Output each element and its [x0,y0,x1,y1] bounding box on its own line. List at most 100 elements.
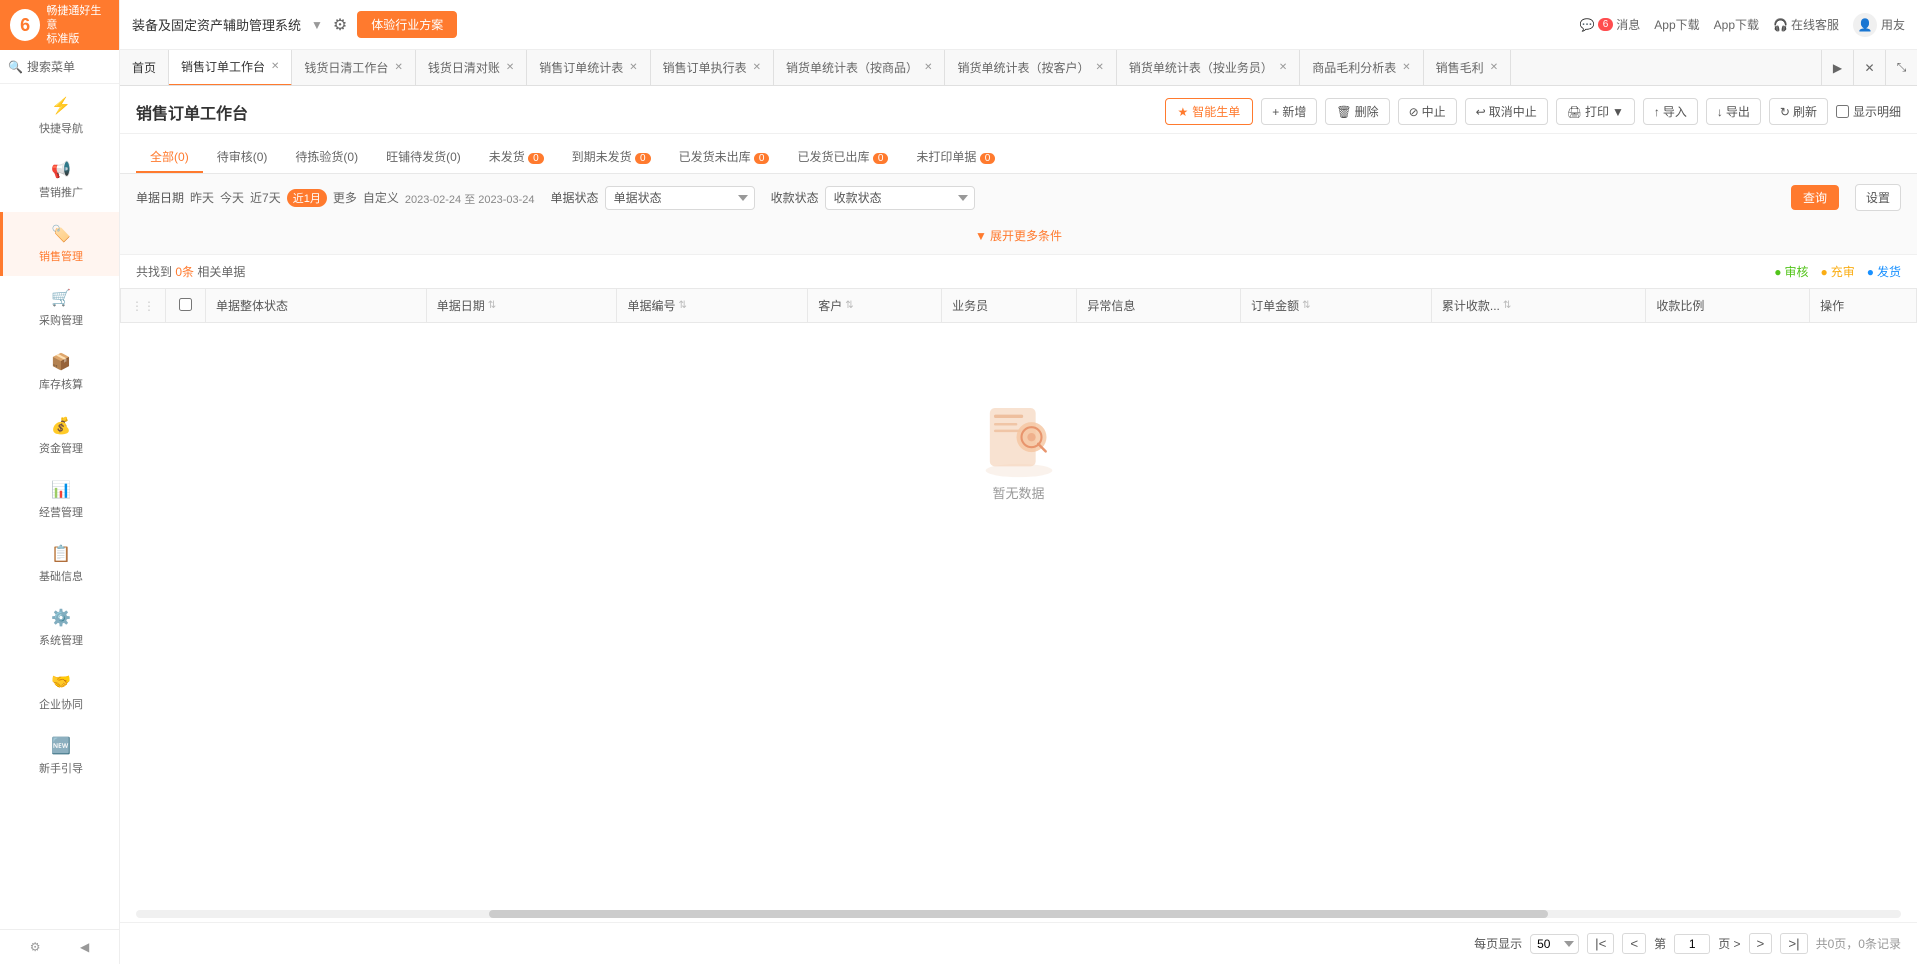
tab-close-sales-stats-staff[interactable]: ✕ [1279,62,1287,73]
sidebar-item-collab[interactable]: 🤝 企业协同 [0,660,119,724]
sidebar-item-sales[interactable]: 🏷️ 销售管理 [0,212,119,276]
sidebar-item-operations[interactable]: 📊 经营管理 [0,468,119,532]
tab-close-cash-daily[interactable]: ✕ [394,62,402,73]
sort-number[interactable]: 单据编号 ⇅ [627,297,797,314]
first-page-btn[interactable]: |< [1587,933,1614,954]
subtab-pending-inspect[interactable]: 待拣验货(0) [281,142,372,173]
th-date[interactable]: 单据日期 ⇅ [426,289,617,323]
tab-cash-daily[interactable]: 钱货日清工作台 ✕ [292,50,415,86]
date-custom[interactable]: 自定义 [363,189,399,206]
th-amount[interactable]: 订单金额 ⇅ [1241,289,1432,323]
app-download-text[interactable]: App下载 [1714,16,1759,33]
subtab-shipped-out[interactable]: 已发货已出库 0 [783,142,902,173]
date-7days[interactable]: 近7天 [250,189,281,206]
smart-generate-btn[interactable]: ★ 智能生单 [1165,98,1254,125]
sidebar-item-purchase[interactable]: 🛒 采购管理 [0,276,119,340]
sidebar-item-basic[interactable]: 📋 基础信息 [0,532,119,596]
message-area[interactable]: 💬 6 消息 [1580,16,1641,33]
tab-close-sales-more[interactable]: ✕ [1490,62,1498,73]
sort-amount[interactable]: 订单金额 ⇅ [1251,297,1421,314]
subtab-overdue-not-shipped[interactable]: 到期未发货 0 [558,142,665,173]
tab-home[interactable]: 首页 [120,50,169,86]
page-input[interactable] [1674,934,1710,954]
expand-filter-btn[interactable]: ▼ 展开更多条件 [975,227,1062,244]
page-size-select[interactable]: 20 50 100 [1530,934,1579,954]
th-collected[interactable]: 累计收款... ⇅ [1431,289,1646,323]
tab-more-btn[interactable]: ▶ [1821,50,1853,86]
horizontal-scrollbar[interactable] [136,910,1901,918]
show-detail-checkbox[interactable]: 显示明细 [1836,103,1901,120]
last-page-btn[interactable]: >| [1780,933,1807,954]
tab-close-sales-stats-customer[interactable]: ✕ [1095,62,1103,73]
date-1month[interactable]: 近1月 [287,189,327,207]
show-detail-input[interactable] [1836,105,1849,118]
tab-close-all-btn[interactable]: ✕ [1853,50,1885,86]
tab-close-sales-exec[interactable]: ✕ [753,62,761,73]
sidebar-item-inventory[interactable]: 📦 库存核算 [0,340,119,404]
experience-btn[interactable]: 体验行业方案 [357,11,457,38]
revoke-btn[interactable]: ● 充审 [1820,263,1854,280]
collapse-icon[interactable]: ◀ [80,940,89,954]
subtab-shipped-not-out[interactable]: 已发货未出库 0 [665,142,784,173]
subtab-pending-review[interactable]: 待审核(0) [203,142,282,173]
th-number[interactable]: 单据编号 ⇅ [617,289,808,323]
tab-product-margin[interactable]: 商品毛利分析表 ✕ [1300,50,1423,86]
tab-close-sales-stats-product[interactable]: ✕ [924,62,932,73]
prev-page-btn[interactable]: < [1622,933,1646,954]
subtab-all[interactable]: 全部(0) [136,142,203,173]
new-btn[interactable]: + 新增 [1261,98,1317,125]
delete-btn[interactable]: 🗑 删除 [1325,98,1389,125]
import-btn[interactable]: ↑ 导入 [1643,98,1698,125]
sidebar-item-finance[interactable]: 💰 资金管理 [0,404,119,468]
tab-sales-stats[interactable]: 销售订单统计表 ✕ [527,50,650,86]
payment-select[interactable]: 收款状态 [825,186,975,210]
print-btn[interactable]: 🖨 打印 ▼ [1556,98,1635,125]
next-page-btn[interactable]: > [1749,933,1773,954]
select-all-checkbox[interactable] [179,298,192,311]
subtab-not-printed[interactable]: 未打印单据 0 [902,142,1009,173]
tab-cash-reconcile[interactable]: 钱货日清对账 ✕ [416,50,527,86]
scrollbar-thumb[interactable] [489,910,1548,918]
ship-btn[interactable]: ● 发货 [1867,263,1901,280]
app-download-link[interactable]: App下载 [1654,16,1699,33]
suspend-btn[interactable]: ⊘ 中止 [1398,98,1457,125]
status-select[interactable]: 单据状态 [605,186,755,210]
refresh-btn[interactable]: ↻ 刷新 [1769,98,1828,125]
tab-close-cash-reconcile[interactable]: ✕ [506,62,514,73]
sidebar-item-marketing[interactable]: 📢 营销推广 [0,148,119,212]
tab-sales-exec[interactable]: 销售订单执行表 ✕ [651,50,774,86]
subtab-not-shipped[interactable]: 未发货 0 [475,142,558,173]
tab-close-sales-workbench[interactable]: ✕ [271,61,279,72]
export-btn[interactable]: ↓ 导出 [1706,98,1761,125]
audit-btn[interactable]: ● 审核 [1774,263,1808,280]
sidebar-item-system[interactable]: ⚙️ 系统管理 [0,596,119,660]
filter-settings-btn[interactable]: 设置 [1855,184,1901,211]
sort-collected[interactable]: 累计收款... ⇅ [1442,297,1636,314]
date-today[interactable]: 今天 [220,189,244,206]
sort-customer[interactable]: 客户 ⇅ [818,297,931,314]
tab-sales-workbench[interactable]: 销售订单工作台 ✕ [169,50,292,86]
tab-sales-stats-customer[interactable]: 销货单统计表（按客户） ✕ [945,50,1116,86]
date-yesterday[interactable]: 昨天 [190,189,214,206]
sidebar-item-quick[interactable]: ⚡ 快捷导航 [0,84,119,148]
date-more[interactable]: 更多 [333,189,357,206]
tab-restore-btn[interactable]: ⤡ [1885,50,1917,86]
tab-sales-stats-staff[interactable]: 销货单统计表（按业务员） ✕ [1117,50,1300,86]
query-btn[interactable]: 查询 [1791,185,1839,210]
topbar-gear-icon[interactable]: ⚙ [333,15,347,35]
tab-sales-more[interactable]: 销售毛利 ✕ [1424,50,1511,86]
tab-close-sales-stats[interactable]: ✕ [629,62,637,73]
sidebar-item-guide[interactable]: 🆕 新手引导 [0,724,119,788]
th-check[interactable] [166,289,206,323]
user-area[interactable]: 👤 用友 [1853,13,1905,37]
sort-date[interactable]: 单据日期 ⇅ [437,297,607,314]
th-customer[interactable]: 客户 ⇅ [808,289,942,323]
chevron-down-icon[interactable]: ▼ [311,18,323,32]
subtab-wangpu-ship[interactable]: 旺铺待发货(0) [372,142,475,173]
search-menu[interactable]: 🔍 搜索菜单 [0,50,119,84]
settings-icon[interactable]: ⚙ [30,940,41,954]
tab-sales-stats-product[interactable]: 销货单统计表（按商品） ✕ [774,50,945,86]
cancel-suspend-btn[interactable]: ↩ 取消中止 [1465,98,1548,125]
online-service-link[interactable]: 🎧 在线客服 [1773,16,1839,33]
tab-close-product-margin[interactable]: ✕ [1402,62,1410,73]
